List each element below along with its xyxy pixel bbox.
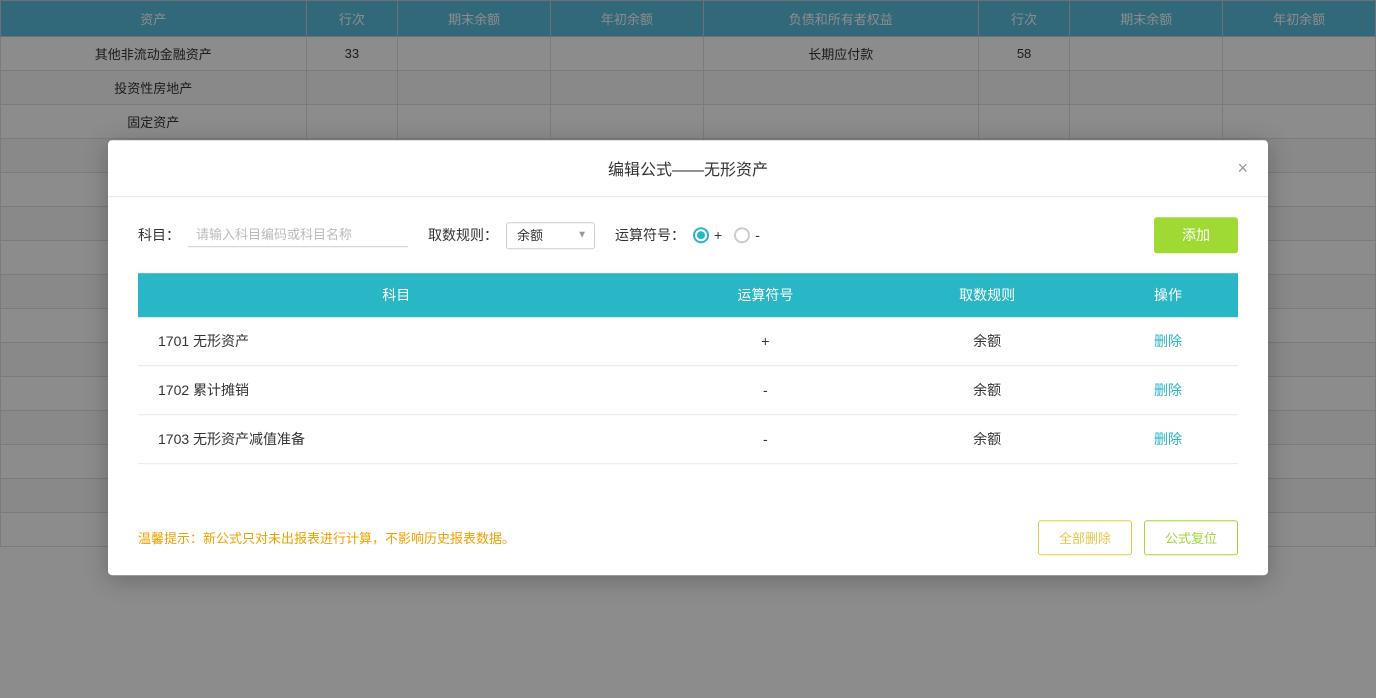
modal-footer: 温馨提示：新公式只对未出报表进行计算，不影响历史报表数据。 全部删除 公式复位 (108, 504, 1268, 575)
rule-field: 取数规则： 余额借方贷方借方累计贷方累计 ▼ (428, 222, 595, 249)
table-body: 1701 无形资产+余额删除1702 累计摊销-余额删除1703 无形资产减值准… (138, 317, 1238, 464)
rule-select[interactable]: 余额借方贷方借方累计贷方累计 (506, 222, 595, 249)
operator-plus-label: + (714, 227, 722, 243)
table-row: 1702 累计摊销-余额 删除 (138, 366, 1238, 415)
column-header: 运算符号 (655, 273, 877, 317)
close-button[interactable]: × (1237, 159, 1248, 177)
rule-cell: 余额 (876, 366, 1098, 415)
footer-buttons: 全部删除 公式复位 (1038, 520, 1238, 555)
table-row: 1703 无形资产减值准备-余额 删除 (138, 415, 1238, 464)
formula-form-row: 科目： 取数规则： 余额借方贷方借方累计贷方累计 ▼ 运算符号： + (138, 217, 1238, 253)
subject-label: 科目： (138, 225, 180, 245)
operator-cell: + (655, 317, 877, 366)
operator-cell: - (655, 415, 877, 464)
subject-cell: 1701 无形资产 (138, 317, 655, 366)
rule-label: 取数规则： (428, 225, 498, 245)
radio-unchecked-icon (734, 227, 750, 243)
add-button[interactable]: 添加 (1154, 217, 1238, 253)
footer-hint: 温馨提示：新公式只对未出报表进行计算，不影响历史报表数据。 (138, 528, 515, 547)
operator-field: 运算符号： + - (615, 225, 760, 245)
subject-cell: 1702 累计摊销 (138, 366, 655, 415)
delete-link[interactable]: 删除 (1154, 382, 1182, 398)
formula-table: 科目运算符号取数规则操作 1701 无形资产+余额删除1702 累计摊销-余额删… (138, 273, 1238, 464)
subject-field: 科目： (138, 223, 408, 247)
column-header: 操作 (1098, 273, 1238, 317)
column-header: 取数规则 (876, 273, 1098, 317)
reset-formula-button[interactable]: 公式复位 (1144, 520, 1238, 555)
subject-input[interactable] (188, 223, 408, 247)
operator-cell: - (655, 366, 877, 415)
operator-label: 运算符号： (615, 225, 685, 245)
modal-title: 编辑公式——无形资产 (608, 156, 768, 180)
delete-all-button[interactable]: 全部删除 (1038, 520, 1132, 555)
table-header: 科目运算符号取数规则操作 (138, 273, 1238, 317)
modal-header: 编辑公式——无形资产 × (108, 140, 1268, 197)
rule-cell: 余额 (876, 317, 1098, 366)
rule-select-wrapper: 余额借方贷方借方累计贷方累计 ▼ (506, 222, 595, 249)
table-row: 1701 无形资产+余额 删除 (138, 317, 1238, 366)
operator-minus-radio[interactable]: - (734, 227, 760, 243)
delete-link[interactable]: 删除 (1154, 333, 1182, 349)
operator-plus-radio[interactable]: + (693, 227, 722, 243)
edit-formula-modal: 编辑公式——无形资产 × 科目： 取数规则： 余额借方贷方借方累计贷方累计 ▼ … (108, 140, 1268, 575)
rule-cell: 余额 (876, 415, 1098, 464)
column-header: 科目 (138, 273, 655, 317)
modal-body: 科目： 取数规则： 余额借方贷方借方累计贷方累计 ▼ 运算符号： + (108, 197, 1268, 504)
radio-checked-icon (693, 227, 709, 243)
operator-minus-label: - (755, 227, 760, 243)
subject-cell: 1703 无形资产减值准备 (138, 415, 655, 464)
operator-radio-group: + - (693, 227, 760, 243)
delete-link[interactable]: 删除 (1154, 431, 1182, 447)
